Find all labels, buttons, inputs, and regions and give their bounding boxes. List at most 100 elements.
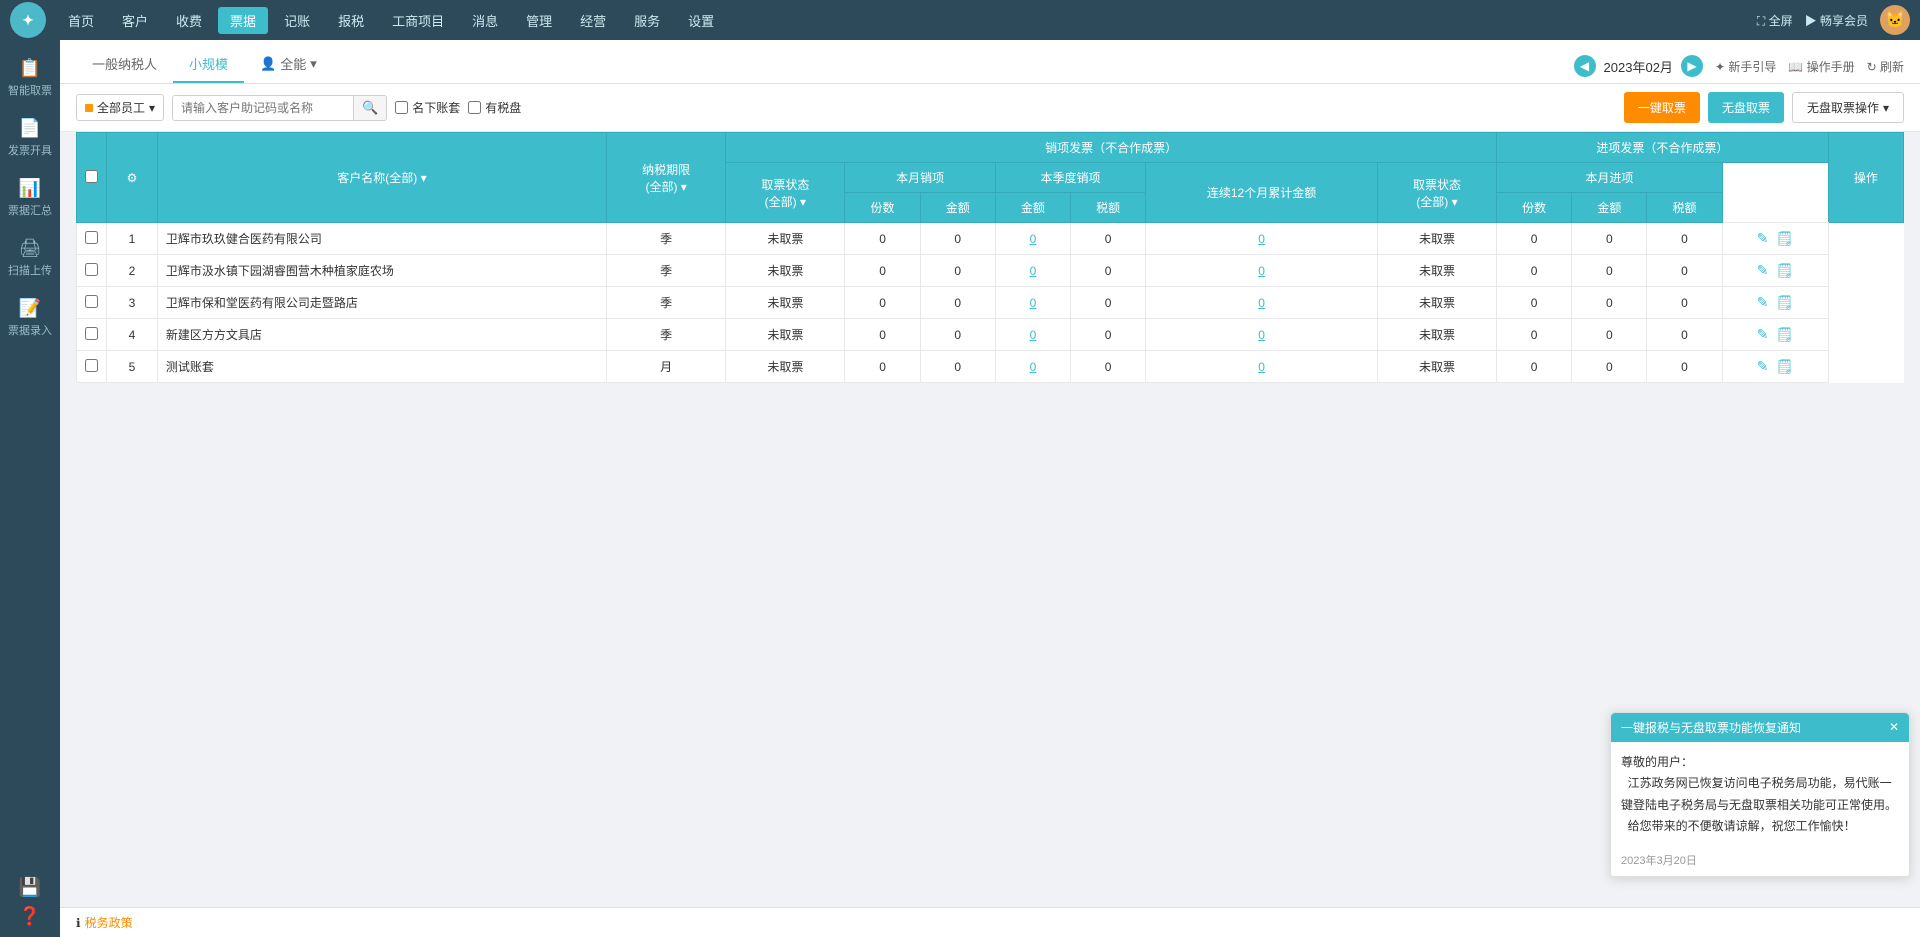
row-select-checkbox[interactable] — [85, 263, 98, 276]
sidebar-label-invoice-summary: 票据汇总 — [8, 202, 52, 218]
th-checkbox — [77, 133, 107, 223]
detail-icon[interactable]: 🗒 — [1776, 230, 1794, 246]
sidebar-item-smart-fetch[interactable]: 📋 智能取票 — [4, 50, 56, 106]
sidebar-item-scan-upload[interactable]: 🖨 扫描上传 — [4, 230, 56, 286]
row-quarter-tax: 0 — [1071, 319, 1146, 351]
user-avatar[interactable]: 🐱 — [1880, 5, 1910, 35]
my-accounts-checkbox[interactable] — [395, 101, 408, 114]
th-purchase-invoice: 进项发票（不合作成票） — [1497, 133, 1829, 163]
no-disk-fetch-btn[interactable]: 无盘取票 — [1708, 92, 1784, 123]
row-quarter-amount: 0 — [995, 319, 1070, 351]
nav-business[interactable]: 工商项目 — [380, 7, 456, 34]
edit-icon[interactable]: ✎ — [1757, 294, 1769, 310]
row-fetch-status: 未取票 — [726, 223, 845, 255]
top-nav: ✦ 首页 客户 收费 票据 记账 报税 工商项目 消息 管理 经营 服务 设置 … — [0, 0, 1920, 40]
nav-home[interactable]: 首页 — [56, 7, 106, 34]
sidebar-item-invoice-issue[interactable]: 📄 发票开具 — [4, 110, 56, 166]
th-consecutive12: 连续12个月累计金额 — [1146, 163, 1378, 223]
row-tax-period: 季 — [607, 319, 726, 351]
select-all-checkbox[interactable] — [85, 170, 98, 183]
tab-general-taxpayer[interactable]: 一般纳税人 — [76, 46, 173, 83]
sidebar-item-invoice-entry[interactable]: 📝 票据录入 — [4, 290, 56, 346]
nav-accounting[interactable]: 记账 — [272, 7, 322, 34]
row-purchase-shares: 0 — [1497, 287, 1572, 319]
invoice-issue-icon: 📄 — [19, 118, 41, 139]
row-consecutive12: 0 — [1146, 223, 1378, 255]
nav-message[interactable]: 消息 — [460, 7, 510, 34]
edit-icon[interactable]: ✎ — [1757, 358, 1769, 374]
row-checkbox[interactable] — [77, 255, 107, 287]
edit-icon[interactable]: ✎ — [1757, 230, 1769, 246]
month-navigator: ◀ 2023年02月 ▶ — [1574, 55, 1703, 77]
refresh-link[interactable]: ↻ 刷新 — [1867, 58, 1904, 75]
edit-icon[interactable]: ✎ — [1757, 262, 1769, 278]
row-sales-shares: 0 — [845, 223, 920, 255]
sidebar-download-icon[interactable]: 💾 — [19, 877, 41, 898]
th-sales-fetch-status: 取票状态(全部) ▾ — [726, 163, 845, 223]
prev-month-btn[interactable]: ◀ — [1574, 55, 1596, 77]
tab-all[interactable]: 👤 全能 ▾ — [244, 46, 333, 83]
row-tax-period: 季 — [607, 255, 726, 287]
row-quarter-tax: 0 — [1071, 351, 1146, 383]
search-button[interactable]: 🔍 — [353, 96, 386, 120]
row-checkbox[interactable] — [77, 287, 107, 319]
nav-settings[interactable]: 设置 — [676, 7, 726, 34]
th-current-month-purchase: 本月进项 — [1497, 163, 1723, 193]
detail-icon[interactable]: 🗒 — [1776, 358, 1794, 374]
row-select-checkbox[interactable] — [85, 359, 98, 372]
row-select-checkbox[interactable] — [85, 295, 98, 308]
no-disk-ops-btn[interactable]: 无盘取票操作 ▾ — [1792, 92, 1904, 123]
sidebar-help-icon[interactable]: ❓ — [19, 906, 41, 927]
nav-service[interactable]: 服务 — [622, 7, 672, 34]
row-select-checkbox[interactable] — [85, 327, 98, 340]
has-tax-disk-check[interactable]: 有税盘 — [468, 99, 521, 116]
tab-small-scale[interactable]: 小规模 — [173, 46, 244, 83]
row-purchase-shares: 0 — [1497, 255, 1572, 287]
my-accounts-label: 名下账套 — [412, 99, 460, 116]
row-select-checkbox[interactable] — [85, 231, 98, 244]
nav-client[interactable]: 客户 — [110, 7, 160, 34]
nav-billing[interactable]: 收费 — [164, 7, 214, 34]
row-purchase-status: 未取票 — [1377, 223, 1496, 255]
row-sales-amount: 0 — [920, 223, 995, 255]
member-btn[interactable]: ▶ 畅享会员 — [1805, 12, 1868, 29]
employee-filter[interactable]: 全部员工 ▾ — [76, 94, 164, 121]
next-month-btn[interactable]: ▶ — [1681, 55, 1703, 77]
nav-tax[interactable]: 报税 — [326, 7, 376, 34]
tab-right: ◀ 2023年02月 ▶ ✦ 新手引导 📖 操作手册 ↻ 刷新 — [1574, 55, 1904, 83]
row-quarter-tax: 0 — [1071, 223, 1146, 255]
nav-items: 首页 客户 收费 票据 记账 报税 工商项目 消息 管理 经营 服务 设置 — [56, 7, 1757, 34]
manual-link[interactable]: 📖 操作手册 — [1788, 58, 1854, 75]
detail-icon[interactable]: 🗒 — [1776, 262, 1794, 278]
detail-icon[interactable]: 🗒 — [1776, 326, 1794, 342]
edit-icon[interactable]: ✎ — [1757, 326, 1769, 342]
sidebar-item-invoice-summary[interactable]: 📊 票据汇总 — [4, 170, 56, 226]
tax-policy-link[interactable]: 税务政策 — [85, 914, 133, 931]
fullscreen-btn[interactable]: ⛶ 全屏 — [1757, 12, 1793, 29]
search-input[interactable] — [173, 97, 353, 119]
my-accounts-check[interactable]: 名下账套 — [395, 99, 460, 116]
current-month-label: 2023年02月 — [1604, 57, 1673, 76]
th-purchase-tax: 税额 — [1647, 193, 1722, 223]
row-actions: ✎ 🗒 — [1722, 223, 1828, 255]
one-click-fetch-btn[interactable]: 一键取票 — [1624, 92, 1700, 123]
nav-operation[interactable]: 经营 — [568, 7, 618, 34]
row-checkbox[interactable] — [77, 223, 107, 255]
no-disk-ops-arrow: ▾ — [1883, 101, 1889, 115]
beginner-guide-link[interactable]: ✦ 新手引导 — [1715, 58, 1776, 75]
row-no: 2 — [107, 255, 158, 287]
has-tax-disk-checkbox[interactable] — [468, 101, 481, 114]
filter-dot — [85, 104, 93, 112]
popup-body: 尊敬的用户： 江苏政务网已恢复访问电子税务局功能，易代账一键登陆电子税务局与无盘… — [1611, 742, 1909, 848]
detail-icon[interactable]: 🗒 — [1776, 294, 1794, 310]
th-quarter-amount: 金额 — [995, 193, 1070, 223]
row-sales-shares: 0 — [845, 255, 920, 287]
nav-manage[interactable]: 管理 — [514, 7, 564, 34]
row-purchase-shares: 0 — [1497, 351, 1572, 383]
popup-close-icon[interactable]: ✕ — [1889, 720, 1899, 734]
row-checkbox[interactable] — [77, 351, 107, 383]
row-no: 5 — [107, 351, 158, 383]
row-quarter-amount: 0 — [995, 255, 1070, 287]
row-checkbox[interactable] — [77, 319, 107, 351]
nav-invoice[interactable]: 票据 — [218, 7, 268, 34]
